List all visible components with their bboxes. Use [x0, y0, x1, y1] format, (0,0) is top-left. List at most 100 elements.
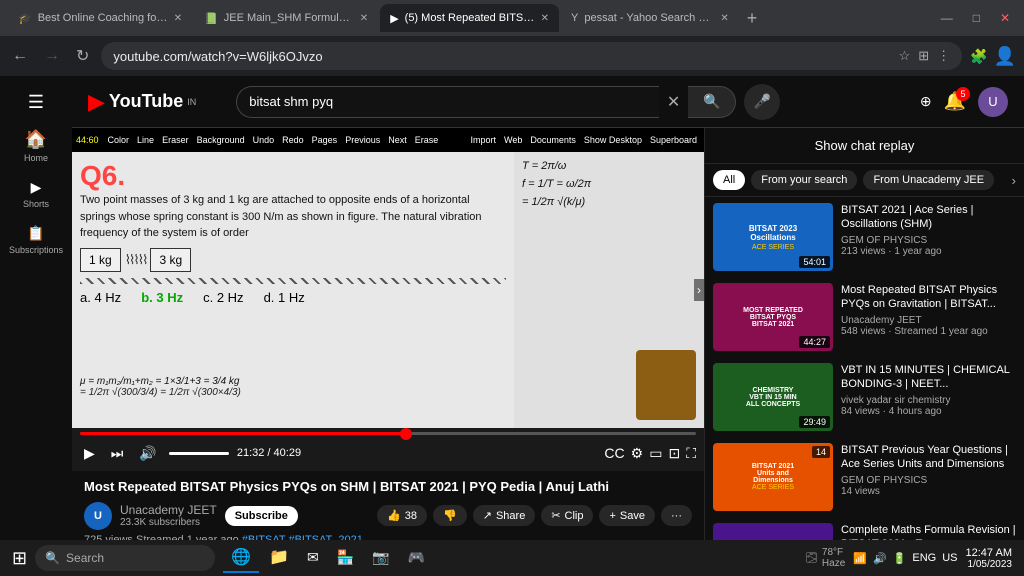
grid-icon[interactable]: ⊞	[918, 48, 929, 64]
rec-item-1[interactable]: MOST REPEATEDBITSAT PYQSBITSAT 2021 44:2…	[705, 277, 1024, 357]
close-icon[interactable]: ✕	[720, 13, 728, 24]
save-button[interactable]: + Save	[599, 505, 655, 526]
mass1-box: 1 kg	[80, 248, 121, 272]
close-icon[interactable]: ✕	[541, 13, 549, 24]
fullscreen-icon[interactable]: ⛶	[686, 445, 696, 462]
line-tool-button[interactable]: Line	[134, 134, 157, 146]
volume-slider[interactable]	[169, 452, 229, 455]
taskbar-store-app[interactable]: 🏪	[329, 545, 362, 572]
rec-info-3: BITSAT Previous Year Questions | Ace Ser…	[841, 443, 1016, 511]
minimize-button[interactable]: —	[935, 11, 959, 25]
taskbar-browser-app[interactable]: 🌐	[223, 543, 259, 573]
chat-replay-button[interactable]: Show chat replay	[705, 128, 1024, 164]
avatar[interactable]: U	[978, 87, 1008, 117]
undo-tool-button[interactable]: Undo	[250, 134, 278, 146]
pages-tool-button[interactable]: Pages	[309, 134, 341, 146]
rec-channel-2: vivek yadar sir chemistry	[841, 395, 1016, 406]
network-icon[interactable]: 📶	[853, 552, 867, 565]
dislike-button[interactable]: 👎	[433, 505, 467, 526]
superboard-button[interactable]: Superboard	[647, 134, 700, 146]
volume-button[interactable]: 🔊	[135, 445, 160, 462]
lang-sub: US	[942, 552, 957, 564]
tab-shm[interactable]: 📗 JEE Main_SHM Formulae Revisio... ✕	[194, 4, 378, 32]
import-button[interactable]: Import	[468, 134, 500, 146]
subtitles-icon[interactable]: CC	[604, 445, 624, 461]
filter-arrow-button[interactable]: ›	[1012, 173, 1016, 188]
search-clear-button[interactable]: ✕	[659, 92, 688, 112]
share-button[interactable]: ↗ Share	[473, 505, 536, 526]
battery-icon[interactable]: 🔋	[893, 552, 907, 565]
background-tool-button[interactable]: Background	[194, 134, 248, 146]
filter-tab-search[interactable]: From your search	[751, 170, 857, 190]
miniplayer-icon[interactable]: ⊡	[668, 445, 680, 462]
reload-button[interactable]: ↻	[72, 46, 93, 66]
progress-bar-area[interactable]	[72, 428, 704, 435]
documents-button[interactable]: Documents	[527, 134, 579, 146]
rec-item-3[interactable]: BITSAT 2021Units andDimensions ACE SERIE…	[705, 437, 1024, 517]
taskbar-photo-app[interactable]: 📷	[364, 545, 397, 572]
color-tool-button[interactable]: Color	[105, 134, 133, 146]
lang-indicator: ENG	[912, 552, 936, 564]
redo-tool-button[interactable]: Redo	[279, 134, 307, 146]
mic-button[interactable]: 🎤	[744, 84, 780, 120]
web-button[interactable]: Web	[501, 134, 525, 146]
rec-item-2[interactable]: CHEMISTRYVBT IN 15 MINALL CONCEPTS 29:49…	[705, 357, 1024, 437]
time-block[interactable]: 12:47 AM 1/05/2023	[966, 547, 1012, 570]
progress-container[interactable]	[80, 432, 696, 435]
options-row: a. 4 Hz b. 3 Hz c. 2 Hz d. 1 Hz	[80, 290, 506, 305]
like-button[interactable]: 👍 38	[377, 505, 427, 526]
tab-neet[interactable]: 🎓 Best Online Coaching for NEET... ✕	[8, 4, 192, 32]
subscribe-button[interactable]: Subscribe	[225, 506, 298, 526]
volume-icon[interactable]: 🔊	[873, 552, 887, 565]
channel-name[interactable]: Unacademy JEET	[120, 503, 217, 517]
bookmark-icon[interactable]: ☆	[899, 48, 911, 64]
close-icon[interactable]: ✕	[360, 13, 368, 24]
start-button[interactable]: ⊞	[4, 548, 35, 569]
previous-tool-button[interactable]: Previous	[342, 134, 383, 146]
show-desktop-button[interactable]: Show Desktop	[581, 134, 645, 146]
close-icon[interactable]: ✕	[174, 13, 182, 24]
rec-duration-1: 44:27	[799, 336, 830, 348]
theater-icon[interactable]: ▭	[649, 445, 662, 462]
cast-button[interactable]: ⊕	[920, 93, 932, 110]
search-button[interactable]: 🔍	[688, 86, 736, 118]
taskbar-mail-app[interactable]: ✉	[299, 545, 327, 572]
taskbar-search-bar[interactable]: 🔍 Search	[35, 545, 215, 571]
more-button[interactable]: ···	[661, 505, 692, 526]
search-input[interactable]	[236, 86, 659, 118]
eraser-tool-button[interactable]: Eraser	[159, 134, 192, 146]
maximize-button[interactable]: □	[967, 11, 986, 25]
settings-icon[interactable]: ⚙	[631, 445, 644, 462]
taskbar-extra-app[interactable]: 🎮	[400, 545, 433, 572]
profile-icon[interactable]: 👤	[994, 46, 1016, 67]
spring-coil-icon: ⌇⌇⌇⌇⌇	[125, 252, 147, 268]
sidebar-item-menu[interactable]: ☰	[0, 84, 72, 121]
taskbar-explorer-app[interactable]: 📁	[261, 543, 297, 573]
next-tool-button[interactable]: Next	[385, 134, 410, 146]
extensions-icon[interactable]: 🧩	[970, 48, 987, 65]
filter-tab-all[interactable]: All	[713, 170, 745, 190]
tab-yahoo[interactable]: Y pessat - Yahoo Search Results ✕	[561, 4, 739, 32]
rec-thumbnail-3: BITSAT 2021Units andDimensions ACE SERIE…	[713, 443, 833, 511]
yt-logo[interactable]: ▶ YouTube IN	[88, 89, 196, 115]
close-button[interactable]: ✕	[994, 11, 1016, 25]
rec-item-0[interactable]: BITSAT 2023Oscillations ACE SERIES 54:01…	[705, 197, 1024, 277]
new-tab-button[interactable]: +	[741, 8, 764, 29]
sidebar-item-home[interactable]: 🏠 Home	[0, 121, 72, 171]
erase-tool-button[interactable]: Erase	[412, 134, 442, 146]
back-button[interactable]: ←	[8, 47, 32, 65]
tab-bitsat[interactable]: ▶ (5) Most Repeated BITSAT P... ✕	[380, 4, 559, 32]
next-track-button[interactable]: ⏭	[107, 445, 128, 462]
filter-tab-unacademy[interactable]: From Unacademy JEE	[863, 170, 994, 190]
menu-icon: ☰	[28, 92, 44, 113]
forward-button[interactable]: →	[40, 47, 64, 65]
play-button[interactable]: ▶	[80, 445, 99, 462]
expand-arrow[interactable]: ›	[694, 279, 704, 301]
clip-button[interactable]: ✂ Clip	[541, 505, 593, 526]
address-bar[interactable]: youtube.com/watch?v=W6ljk6OJvzo ☆ ⊞ ⋮	[101, 42, 962, 70]
notification-button[interactable]: 🔔 5	[944, 91, 966, 112]
video-content: Q6. Two point masses of 3 kg and 1 kg ar…	[72, 152, 704, 428]
menu-icon[interactable]: ⋮	[937, 48, 950, 64]
sidebar-item-shorts[interactable]: ▶ Shorts	[0, 171, 72, 217]
sidebar-item-subscriptions[interactable]: 📋 Subscriptions	[0, 217, 72, 263]
